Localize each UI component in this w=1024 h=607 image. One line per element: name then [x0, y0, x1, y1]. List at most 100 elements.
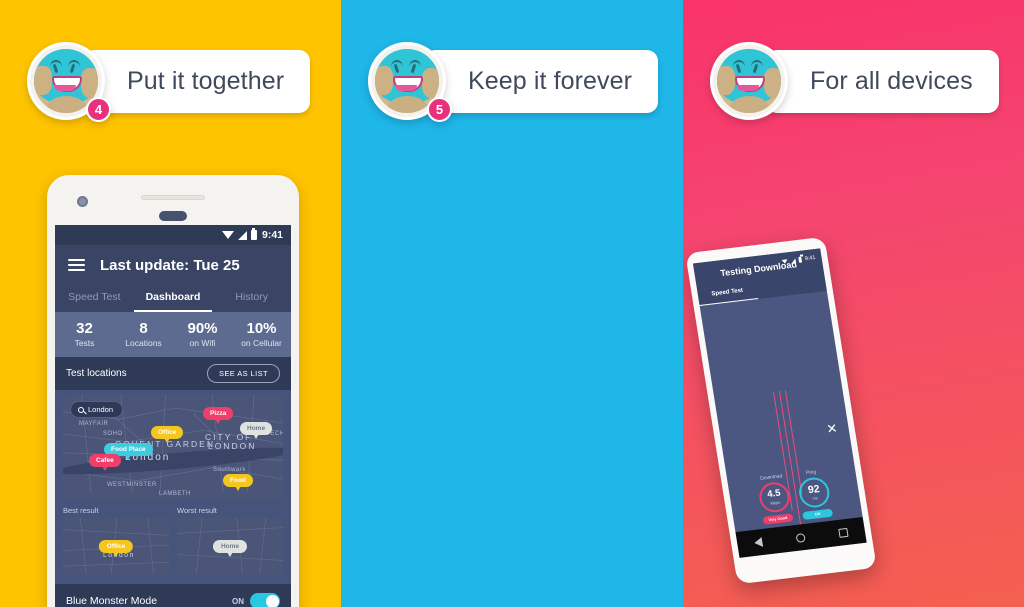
- pin-label: Office: [158, 429, 177, 436]
- gauge-unit: ms: [812, 495, 819, 502]
- stat-value: 90%: [187, 320, 218, 337]
- tab-history[interactable]: History: [212, 285, 291, 312]
- map-label: WESTMINSTER: [107, 482, 157, 488]
- gauge-badge: Very Good: [762, 513, 794, 525]
- gauge-unit: Mbps: [770, 499, 781, 506]
- best-result: Best result London Office: [63, 506, 169, 576]
- panel-3-header: For all devices: [710, 42, 999, 120]
- map-pin-cafee[interactable]: Cafee: [89, 454, 121, 471]
- section-title: Test locations: [66, 368, 127, 379]
- gauge-dial: 92 ms: [796, 475, 832, 510]
- panel-keep-it-forever: 5 Keep it forever 9:41: [341, 0, 683, 607]
- map-label: LAMBETH: [159, 491, 191, 497]
- gauge-value: 92: [806, 482, 821, 496]
- signal-icon: [237, 230, 247, 240]
- battery-icon: [250, 228, 257, 240]
- gauge-label: Download: [759, 473, 783, 482]
- panel-title: Put it together: [83, 49, 311, 113]
- map-pin-pizza[interactable]: Pizza: [203, 407, 234, 424]
- hamburger-menu-icon[interactable]: [68, 256, 85, 274]
- signal-icon: [790, 257, 797, 264]
- pin-label: Cafee: [96, 457, 114, 464]
- gauge-ping: Ping 92 ms OK: [796, 468, 834, 521]
- map-pin-food[interactable]: Food: [223, 474, 253, 491]
- phone-device-dashboard: 9:41 Last update: Tue 25 Speed Test Dash…: [47, 175, 299, 607]
- status-time: 9:41: [804, 254, 817, 263]
- stats-row: 32 Tests 8 Locations 90% on Wifi 10% on …: [55, 312, 291, 357]
- pin-label: Home: [247, 425, 266, 432]
- panel-2-header: 5 Keep it forever: [368, 42, 659, 122]
- map-label: MAYFAIR: [79, 421, 109, 427]
- status-bar: 9:41: [55, 225, 291, 245]
- promo-screenshot: 4 Put it together 9:41 Last update: Tue …: [0, 0, 1024, 607]
- globe-mascot-icon: 4: [27, 42, 111, 122]
- tab-dashboard[interactable]: Dashboard: [133, 285, 213, 312]
- stat-locations: 8 Locations: [114, 320, 173, 348]
- status-time: 9:41: [261, 229, 283, 241]
- panel-for-all-devices: For all devices Ready 9:41 Speed Test Da…: [683, 0, 1024, 607]
- stat-value: 10%: [246, 320, 277, 337]
- speaker-icon: [141, 195, 205, 200]
- globe-mascot-icon: 5: [368, 42, 452, 122]
- toggle-state-label: ON: [232, 596, 244, 606]
- phone-device-testing: Testing Download 9:41 Speed Test ✕ Downl…: [685, 236, 877, 585]
- step-badge: 4: [86, 97, 111, 122]
- stat-label: on Wifi: [189, 338, 216, 348]
- pin-label: Office: [106, 543, 126, 551]
- wifi-icon: [221, 231, 234, 239]
- test-locations-header: Test locations SEE AS LIST: [55, 357, 291, 390]
- map-pin-office[interactable]: Office: [151, 426, 184, 443]
- battery-icon: [798, 256, 803, 263]
- map-label: LONDON: [208, 441, 257, 451]
- sensor-pill: [159, 211, 187, 221]
- pin-label: Pizza: [210, 410, 227, 417]
- step-badge: 5: [427, 97, 452, 122]
- back-icon[interactable]: [753, 537, 764, 548]
- toggle-switch[interactable]: [250, 593, 280, 607]
- gauge-dial: 4.5 Mbps: [757, 480, 792, 514]
- app-title: Last update: Tue 25: [100, 256, 240, 274]
- stat-label: on Cellular: [241, 338, 282, 348]
- map-pin-home[interactable]: Home: [240, 422, 273, 439]
- phone-screen: Testing Download 9:41 Speed Test ✕ Downl…: [692, 248, 867, 558]
- gauge-download: Download 4.5 Mbps Very Good: [756, 473, 794, 525]
- map-label: SOHO: [103, 431, 123, 437]
- panel-title: For all devices: [766, 49, 999, 113]
- camera-icon: [77, 196, 88, 207]
- stat-label: Tests: [74, 338, 95, 348]
- close-icon[interactable]: ✕: [825, 420, 838, 437]
- map-label: Southwark: [213, 467, 246, 473]
- stat-value: 8: [139, 320, 148, 337]
- panel-put-it-together: 4 Put it together 9:41 Last update: Tue …: [0, 0, 341, 607]
- best-result-pin[interactable]: Office: [98, 540, 134, 558]
- stat-label: Locations: [125, 338, 162, 348]
- pin-label: Food: [230, 477, 246, 484]
- results-row: Best result London Office: [55, 499, 291, 576]
- map-search-input[interactable]: London: [70, 401, 124, 418]
- tab-bar: Speed Test Dashboard History: [55, 285, 291, 312]
- phone-screen: 9:41 Last update: Tue 25 Speed Test Dash…: [55, 225, 291, 607]
- gauge-value: 4.5: [766, 487, 782, 501]
- globe-mascot-icon: [710, 42, 788, 120]
- locations-map[interactable]: SOHO COVENT GARDEN CITY OF LONDON London…: [63, 395, 283, 499]
- recents-icon[interactable]: [838, 527, 849, 538]
- tab-speed-test[interactable]: Speed Test: [55, 285, 134, 312]
- stat-tests: 32 Tests: [55, 320, 114, 348]
- stat-value: 32: [76, 320, 93, 337]
- panel-1-header: 4 Put it together: [27, 42, 311, 122]
- home-icon[interactable]: [795, 532, 806, 543]
- worst-result-pin[interactable]: Home: [212, 540, 248, 558]
- see-as-list-button[interactable]: SEE AS LIST: [206, 364, 280, 383]
- stat-cellular: 10% on Cellular: [232, 320, 291, 348]
- blue-monster-mode-toggle[interactable]: ON: [232, 593, 280, 607]
- phone-bezel: [47, 175, 299, 225]
- pin-label: Food Place: [111, 446, 146, 453]
- app-bar: Last update: Tue 25: [55, 245, 291, 285]
- best-result-map[interactable]: London Office: [63, 518, 169, 576]
- gauge-label: Ping: [805, 469, 817, 477]
- worst-result-map[interactable]: Home: [177, 518, 283, 576]
- map-search-value: London: [88, 405, 114, 414]
- stat-wifi: 90% on Wifi: [173, 320, 232, 348]
- search-icon: [78, 406, 84, 413]
- wifi-icon: [781, 259, 789, 264]
